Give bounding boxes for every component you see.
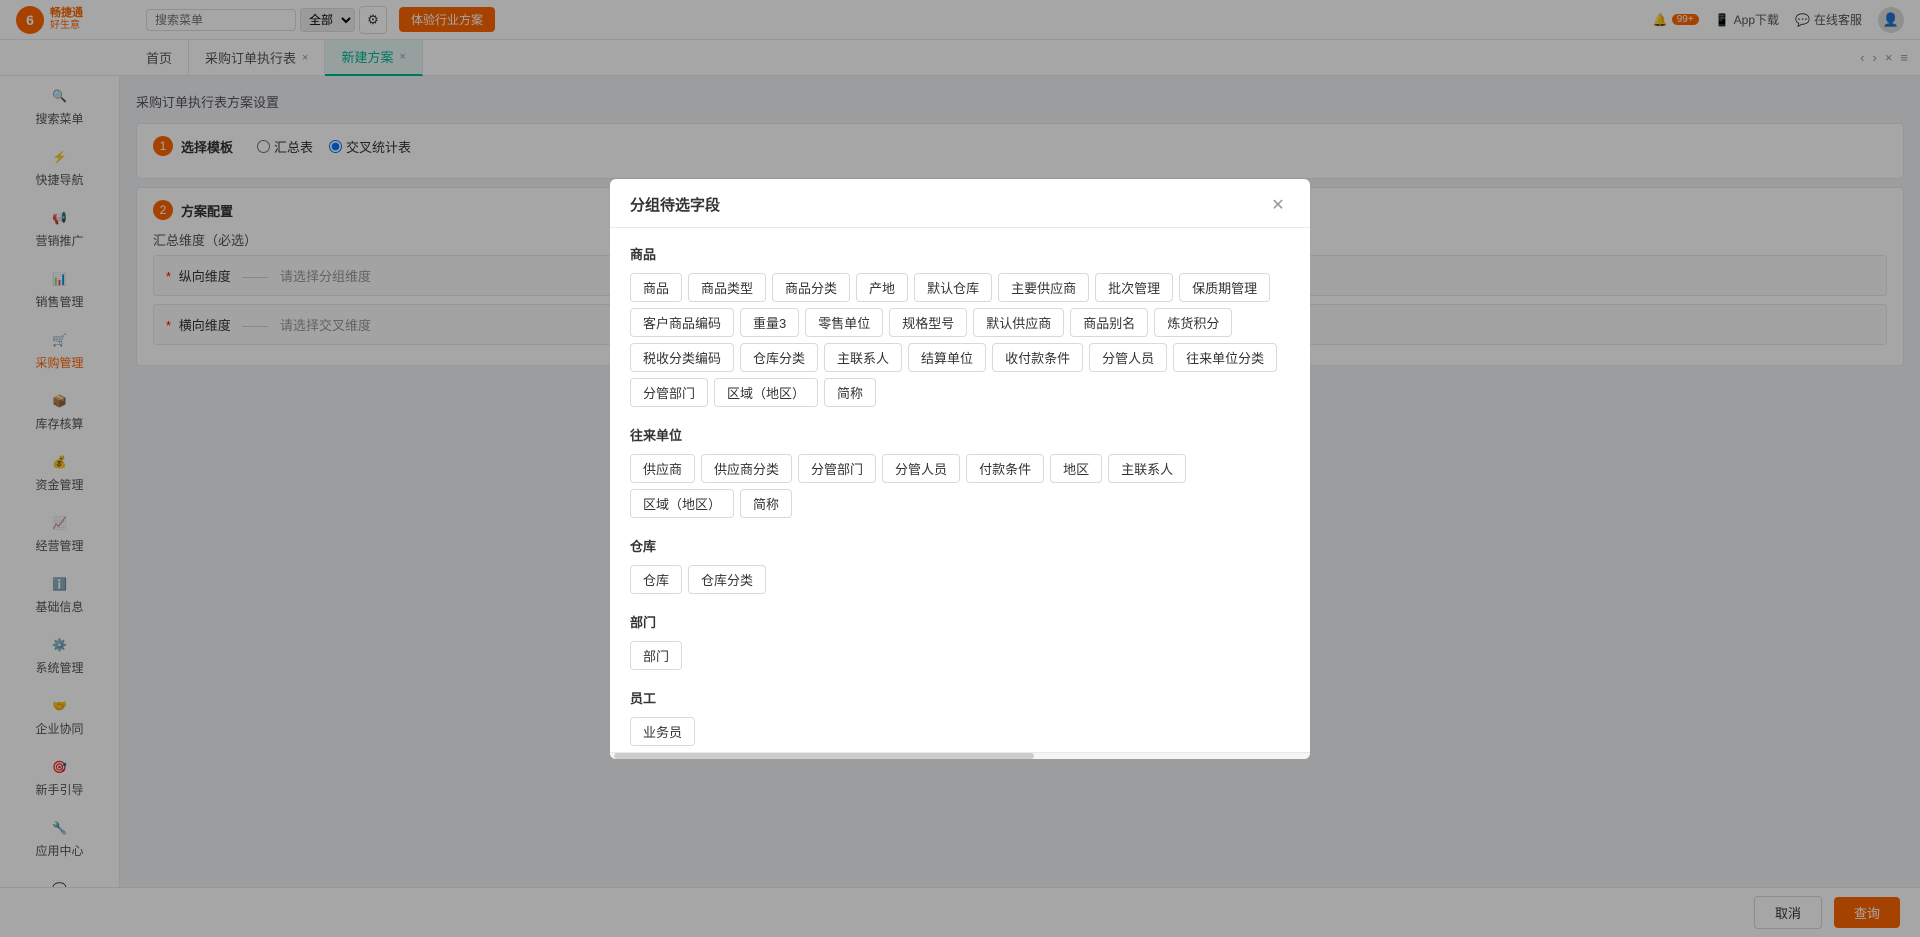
field-tag[interactable]: 客户商品编码: [630, 308, 734, 337]
field-tag[interactable]: 商品: [630, 273, 682, 302]
field-tag[interactable]: 默认仓库: [914, 273, 992, 302]
field-tag[interactable]: 主联系人: [824, 343, 902, 372]
field-category-title: 仓库: [630, 536, 1290, 555]
modal-header: 分组待选字段 ✕: [610, 179, 1310, 228]
field-category-员工: 员工业务员: [630, 688, 1290, 746]
field-tag[interactable]: 仓库: [630, 565, 682, 594]
field-tag[interactable]: 零售单位: [805, 308, 883, 337]
field-category-title: 往来单位: [630, 425, 1290, 444]
field-tag[interactable]: 分管部门: [630, 378, 708, 407]
field-tag[interactable]: 区域（地区）: [714, 378, 818, 407]
field-category-商品: 商品商品商品类型商品分类产地默认仓库主要供应商批次管理保质期管理客户商品编码重量…: [630, 244, 1290, 407]
field-tags-仓库: 仓库仓库分类: [630, 565, 1290, 594]
field-tag[interactable]: 收付款条件: [992, 343, 1083, 372]
modal-body: 商品商品商品类型商品分类产地默认仓库主要供应商批次管理保质期管理客户商品编码重量…: [610, 228, 1310, 752]
field-category-title: 商品: [630, 244, 1290, 263]
field-tags-部门: 部门: [630, 641, 1290, 670]
field-tag[interactable]: 仓库分类: [740, 343, 818, 372]
field-category-仓库: 仓库仓库仓库分类: [630, 536, 1290, 594]
modal-overlay: 分组待选字段 ✕ 商品商品商品类型商品分类产地默认仓库主要供应商批次管理保质期管…: [0, 0, 1920, 937]
field-tags-商品: 商品商品类型商品分类产地默认仓库主要供应商批次管理保质期管理客户商品编码重量3零…: [630, 273, 1290, 407]
field-tag[interactable]: 供应商分类: [701, 454, 792, 483]
modal-title: 分组待选字段: [630, 194, 720, 215]
field-tag[interactable]: 主联系人: [1108, 454, 1186, 483]
field-tag[interactable]: 规格型号: [889, 308, 967, 337]
field-select-modal: 分组待选字段 ✕ 商品商品商品类型商品分类产地默认仓库主要供应商批次管理保质期管…: [610, 179, 1310, 759]
field-category-title: 部门: [630, 612, 1290, 631]
field-tag[interactable]: 炼货积分: [1154, 308, 1232, 337]
field-tag[interactable]: 供应商: [630, 454, 695, 483]
field-category-部门: 部门部门: [630, 612, 1290, 670]
field-tag[interactable]: 分管人员: [882, 454, 960, 483]
field-tag[interactable]: 重量3: [740, 308, 799, 337]
field-tag[interactable]: 默认供应商: [973, 308, 1064, 337]
field-tag[interactable]: 保质期管理: [1179, 273, 1270, 302]
field-tag[interactable]: 商品类型: [688, 273, 766, 302]
field-category-往来单位: 往来单位供应商供应商分类分管部门分管人员付款条件地区主联系人区域（地区）简称: [630, 425, 1290, 518]
field-tag[interactable]: 简称: [740, 489, 792, 518]
hscroll-thumb: [614, 753, 1034, 759]
field-tags-员工: 业务员: [630, 717, 1290, 746]
field-tag[interactable]: 简称: [824, 378, 876, 407]
field-tag[interactable]: 分管部门: [798, 454, 876, 483]
field-tag[interactable]: 往来单位分类: [1173, 343, 1277, 372]
horizontal-scrollbar[interactable]: [610, 752, 1310, 759]
field-tag[interactable]: 业务员: [630, 717, 695, 746]
field-tag[interactable]: 批次管理: [1095, 273, 1173, 302]
field-tag[interactable]: 仓库分类: [688, 565, 766, 594]
field-tags-往来单位: 供应商供应商分类分管部门分管人员付款条件地区主联系人区域（地区）简称: [630, 454, 1290, 518]
field-tag[interactable]: 分管人员: [1089, 343, 1167, 372]
field-tag[interactable]: 产地: [856, 273, 908, 302]
field-tag[interactable]: 区域（地区）: [630, 489, 734, 518]
field-tag[interactable]: 商品别名: [1070, 308, 1148, 337]
field-tag[interactable]: 结算单位: [908, 343, 986, 372]
field-tag[interactable]: 主要供应商: [998, 273, 1089, 302]
field-tag[interactable]: 商品分类: [772, 273, 850, 302]
field-category-title: 员工: [630, 688, 1290, 707]
field-tag[interactable]: 付款条件: [966, 454, 1044, 483]
field-tag[interactable]: 部门: [630, 641, 682, 670]
field-tag[interactable]: 税收分类编码: [630, 343, 734, 372]
field-tag[interactable]: 地区: [1050, 454, 1102, 483]
modal-close-button[interactable]: ✕: [1266, 193, 1290, 217]
